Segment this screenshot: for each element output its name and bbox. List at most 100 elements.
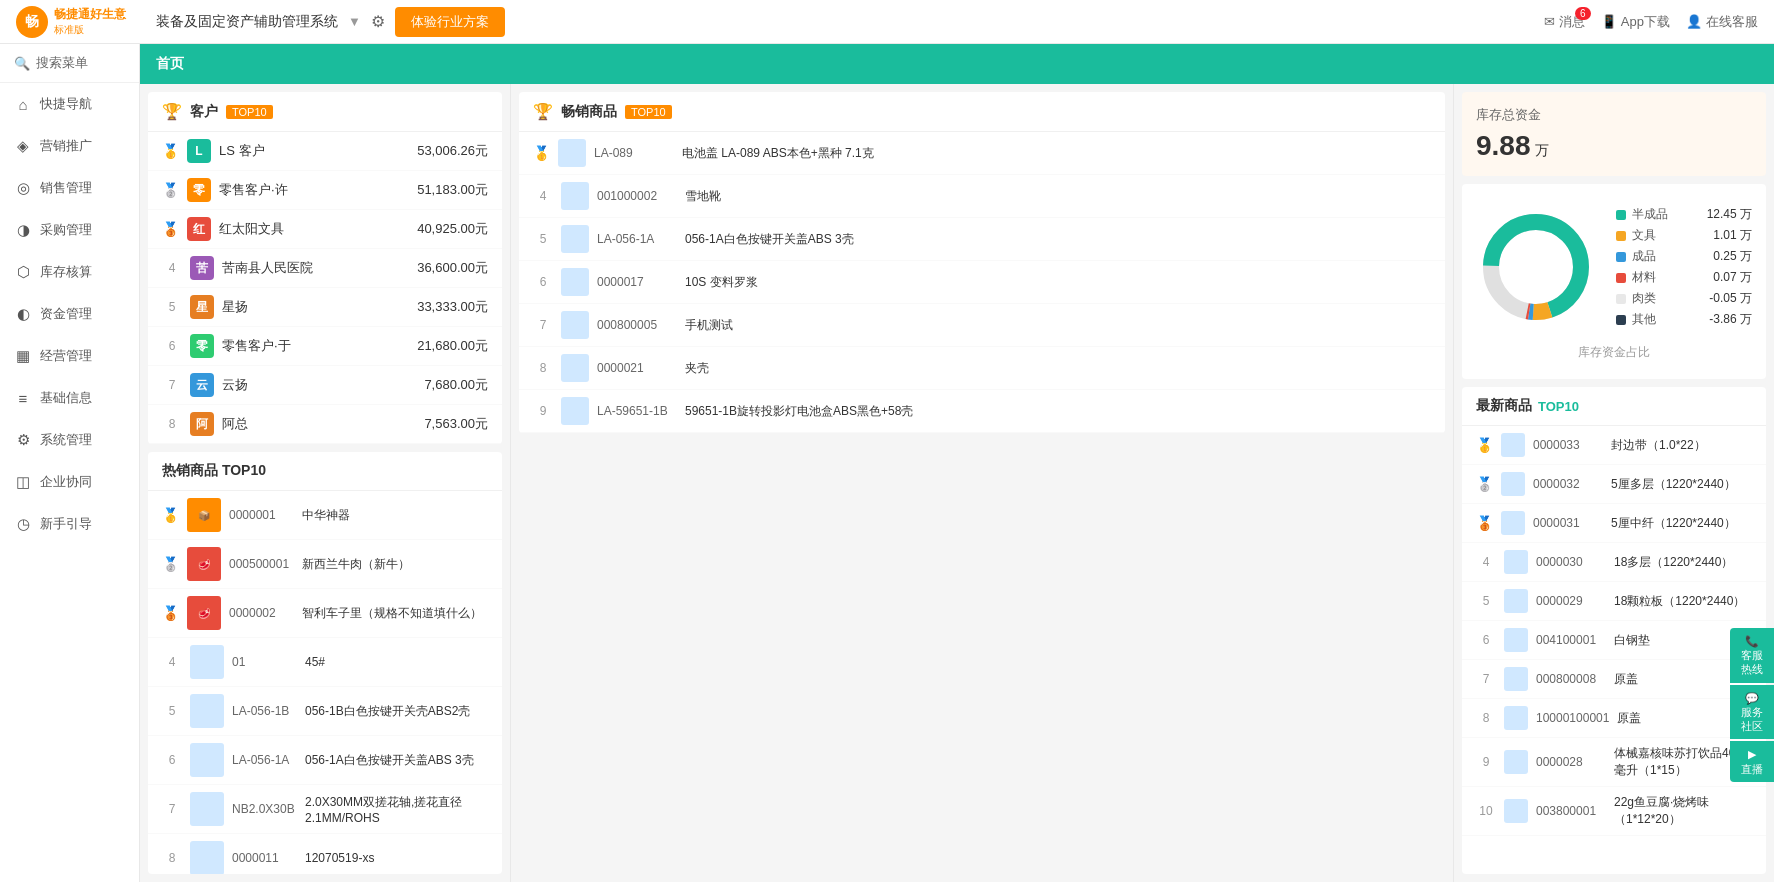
sold-medal-1: 🥇 <box>533 145 550 161</box>
sold-row-7: 9 LA-59651-1B 59651-1B旋转投影灯电池盒ABS黑色+58壳 <box>519 390 1445 433</box>
hot-name-4: 45# <box>305 655 488 669</box>
inventory-amount-container: 9.88 万 <box>1476 130 1752 162</box>
sidebar-item-basic[interactable]: ≡ 基础信息 <box>0 377 139 419</box>
customer-rank-row-8: 8 阿 阿总 7,563.00元 <box>148 405 502 444</box>
customer-name-8: 阿总 <box>222 415 416 433</box>
legend-dot-1 <box>1616 210 1626 220</box>
legend-value-4: 0.07 万 <box>1713 269 1752 286</box>
hot-code-1: 0000001 <box>229 508 294 522</box>
legend-value-5: -0.05 万 <box>1709 290 1752 307</box>
hot-name-5: 056-1B白色按键开关壳ABS2壳 <box>305 703 488 720</box>
customer-icon-6: 零 <box>190 334 214 358</box>
app-download-button[interactable]: 📱 App下载 <box>1601 13 1670 31</box>
newest-name-2: 5厘多层（1220*2440） <box>1611 476 1752 493</box>
hot-name-6: 056-1A白色按键开关盖ABS 3壳 <box>305 752 488 769</box>
sidebar-item-guide[interactable]: ◷ 新手引导 <box>0 503 139 545</box>
trial-button[interactable]: 体验行业方案 <box>395 7 505 37</box>
hot-name-8: 12070519-xs <box>305 851 488 865</box>
sidebar-item-marketing[interactable]: ◈ 营销推广 <box>0 125 139 167</box>
hot-name-3: 智利车子里（规格不知道填什么） <box>302 605 488 622</box>
hot-medal-3: 🥉 <box>162 605 179 621</box>
dropdown-icon[interactable]: ▼ <box>348 14 361 29</box>
newest-title: 最新商品 <box>1476 397 1532 415</box>
customer-amount-1: 53,006.26元 <box>417 142 488 160</box>
company-icon: ◫ <box>14 473 32 491</box>
legend-item-3: 成品 0.25 万 <box>1616 246 1752 267</box>
hot-products-card: 热销商品 TOP10 🥇 📦 0000001 中华神器 🥈 <box>148 452 502 874</box>
cs-community-button[interactable]: 💬 服务社区 <box>1730 685 1774 740</box>
newest-code-4: 0000030 <box>1536 555 1606 569</box>
sold-products-card: 🏆 畅销商品 TOP10 🥇 LA-089 电池盖 LA-089 ABS本色+黑… <box>519 92 1445 433</box>
right-panel: 库存总资金 9.88 万 <box>1454 84 1774 882</box>
sidebar-item-system[interactable]: ⚙ 系统管理 <box>0 419 139 461</box>
newest-row-8: 8 10000100001 原盖 <box>1462 699 1766 738</box>
legend-label-5: 肉类 <box>1632 290 1703 307</box>
hot-product-row-1: 🥇 📦 0000001 中华神器 <box>148 491 502 540</box>
sold-row-5: 7 000800005 手机测试 <box>519 304 1445 347</box>
customer-rank-row-6: 6 零 零售客户·于 21,680.00元 <box>148 327 502 366</box>
newest-img-4 <box>1504 550 1528 574</box>
customer-icon-5: 星 <box>190 295 214 319</box>
newest-code-1: 0000033 <box>1533 438 1603 452</box>
hot-name-2: 新西兰牛肉（新牛） <box>302 556 488 573</box>
guide-icon: ◷ <box>14 515 32 533</box>
operation-icon: ▦ <box>14 347 32 365</box>
customer-name-3: 红太阳文具 <box>219 220 409 238</box>
sold-name-3: 056-1A白色按键开关盖ABS 3壳 <box>685 231 1431 248</box>
sidebar-item-finance[interactable]: ◐ 资金管理 <box>0 293 139 335</box>
legend-dot-4 <box>1616 273 1626 283</box>
sold-row-3: 5 LA-056-1A 056-1A白色按键开关盖ABS 3壳 <box>519 218 1445 261</box>
hot-code-2: 000500001 <box>229 557 294 571</box>
header-right: ✉ 消息 6 📱 App下载 👤 在线客服 <box>1544 13 1758 31</box>
settings-icon[interactable]: ⚙ <box>371 12 385 31</box>
newest-img-10 <box>1504 799 1528 823</box>
hot-product-row-2: 🥈 🥩 000500001 新西兰牛肉（新牛） <box>148 540 502 589</box>
sold-code-6: 0000021 <box>597 361 677 375</box>
hot-product-row-8: 8 0000011 12070519-xs <box>148 834 502 874</box>
customer-amount-7: 7,680.00元 <box>424 376 488 394</box>
phone-icon: 📱 <box>1601 14 1617 29</box>
sidebar-item-sales[interactable]: ◎ 销售管理 <box>0 167 139 209</box>
online-service-button[interactable]: 👤 在线客服 <box>1686 13 1758 31</box>
customer-icon-3: 红 <box>187 217 211 241</box>
sold-name-7: 59651-1B旋转投影灯电池盒ABS黑色+58壳 <box>685 403 1431 420</box>
newest-img-8 <box>1504 706 1528 730</box>
legend-dot-6 <box>1616 315 1626 325</box>
newest-code-2: 0000032 <box>1533 477 1603 491</box>
newest-medal-3: 🥉 <box>1476 515 1493 531</box>
sidebar-item-operation[interactable]: ▦ 经营管理 <box>0 335 139 377</box>
sidebar-item-home[interactable]: ⌂ 快捷导航 <box>0 83 139 125</box>
sidebar-item-inventory[interactable]: ⬡ 库存核算 <box>0 251 139 293</box>
cs-hotline-button[interactable]: 📞 客服热线 <box>1730 628 1774 683</box>
newest-img-2 <box>1501 472 1525 496</box>
sold-name-5: 手机测试 <box>685 317 1431 334</box>
hot-product-row-4: 4 01 45# <box>148 638 502 687</box>
customer-amount-8: 7,563.00元 <box>424 415 488 433</box>
customer-icon-1: L <box>187 139 211 163</box>
hot-code-7: NB2.0X30B <box>232 802 297 816</box>
customer-ranking-card: 🏆 客户 TOP10 🥇 L LS 客户 53,006.26元 🥈 零 <box>148 92 502 444</box>
sidebar-item-purchase[interactable]: ◑ 采购管理 <box>0 209 139 251</box>
newest-medal-1: 🥇 <box>1476 437 1493 453</box>
donut-chart <box>1476 207 1596 327</box>
legend-item-2: 文具 1.01 万 <box>1616 225 1752 246</box>
customer-rank-row-4: 4 苦 苦南县人民医院 36,600.00元 <box>148 249 502 288</box>
hot-img-7 <box>190 792 224 826</box>
newest-row-3: 🥉 0000031 5厘中纤（1220*2440） <box>1462 504 1766 543</box>
sold-row-4: 6 0000017 10S 变料罗浆 <box>519 261 1445 304</box>
sold-name-4: 10S 变料罗浆 <box>685 274 1431 291</box>
sidebar-item-company[interactable]: ◫ 企业协同 <box>0 461 139 503</box>
sold-row-1: 🥇 LA-089 电池盖 LA-089 ABS本色+黑种 7.1克 <box>519 132 1445 175</box>
hot-img-4 <box>190 645 224 679</box>
trophy-icon: 🏆 <box>162 102 182 121</box>
newest-row-6: 6 004100001 白钢垫 <box>1462 621 1766 660</box>
legend-value-6: -3.86 万 <box>1709 311 1752 328</box>
search-menu[interactable]: 🔍 搜索菜单 <box>0 44 139 83</box>
cs-live-button[interactable]: ▶ 直播 <box>1730 741 1774 782</box>
sold-badge: TOP10 <box>625 105 672 119</box>
hot-img-2: 🥩 <box>187 547 221 581</box>
medal-2: 🥈 <box>162 182 179 198</box>
messages-button[interactable]: ✉ 消息 6 <box>1544 13 1585 31</box>
newest-badge: TOP10 <box>1538 399 1579 414</box>
customer-name-7: 云扬 <box>222 376 416 394</box>
